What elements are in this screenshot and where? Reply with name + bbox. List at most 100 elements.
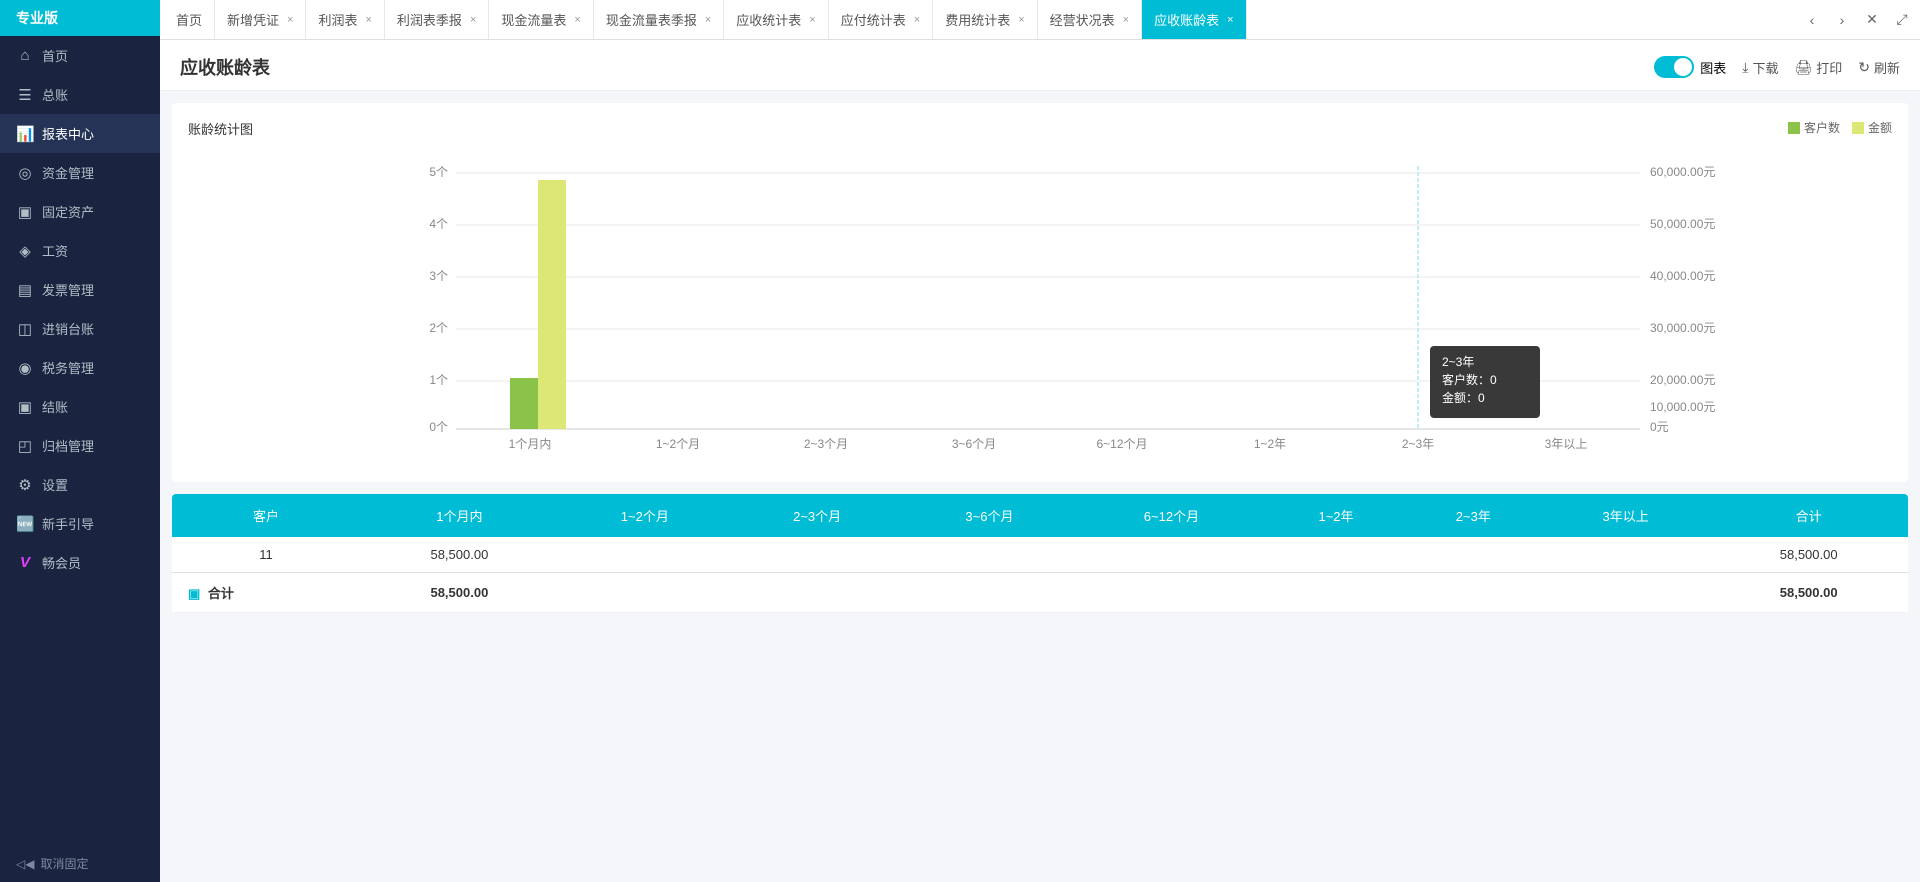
sidebar-item-stock[interactable]: ◫ 进销台账 xyxy=(0,309,160,348)
tab-expense-stat[interactable]: 费用统计表 × xyxy=(933,0,1037,40)
cell-total: 58,500.00 xyxy=(1709,537,1908,573)
sidebar-item-salary[interactable]: ◈ 工资 xyxy=(0,231,160,270)
sidebar-item-guide[interactable]: 🆕 新手引导 xyxy=(0,504,160,543)
chart-svg: 5个 4个 3个 2个 1个 0个 60,000.00元 50,000.00元 … xyxy=(188,146,1892,466)
tab-close-all-button[interactable]: ✕ xyxy=(1858,6,1886,34)
tab-profit-close[interactable]: × xyxy=(365,14,371,26)
tab-home[interactable]: 首页 xyxy=(164,0,215,40)
tab-business-stat-close[interactable]: × xyxy=(1123,14,1129,26)
svg-text:1个月内: 1个月内 xyxy=(509,437,552,451)
reports-icon: 📊 xyxy=(16,125,34,143)
cell-year23 xyxy=(1405,537,1542,573)
toggle-knob xyxy=(1674,58,1692,76)
legend-count-label: 客户数 xyxy=(1804,119,1840,136)
total-year23 xyxy=(1405,573,1542,613)
assets-icon: ▣ xyxy=(16,203,34,221)
svg-text:1~2年: 1~2年 xyxy=(1254,437,1286,451)
legend-amount-label: 金额 xyxy=(1868,119,1892,136)
tab-cashflow-quarter[interactable]: 现金流量表季报 × xyxy=(594,0,724,40)
svg-text:2~3年: 2~3年 xyxy=(1402,437,1434,451)
tab-voucher-label: 新增凭证 xyxy=(227,10,279,29)
tab-aging-close[interactable]: × xyxy=(1227,14,1233,26)
tab-next-button[interactable]: › xyxy=(1828,6,1856,34)
tab-cashflow-quarter-label: 现金流量表季报 xyxy=(606,10,697,29)
chart-wrapper: 5个 4个 3个 2个 1个 0个 60,000.00元 50,000.00元 … xyxy=(188,146,1892,466)
unpin-label: 取消固定 xyxy=(40,855,88,872)
total-label-cell: ▣ 合计 xyxy=(172,573,360,613)
cell-year3plus xyxy=(1542,537,1709,573)
col-header-month36: 3~6个月 xyxy=(903,494,1075,537)
sidebar-label-invoice: 发票管理 xyxy=(42,280,94,299)
tab-receivable-stat[interactable]: 应收统计表 × xyxy=(724,0,828,40)
tab-voucher-close[interactable]: × xyxy=(287,14,293,26)
sidebar-item-closing[interactable]: ▣ 结账 xyxy=(0,387,160,426)
sidebar-item-reports[interactable]: 📊 报表中心 xyxy=(0,114,160,153)
sidebar-item-archive[interactable]: ◰ 归档管理 xyxy=(0,426,160,465)
closing-icon: ▣ xyxy=(16,398,34,416)
svg-text:60,000.00元: 60,000.00元 xyxy=(1650,165,1715,179)
sidebar-item-home[interactable]: ⌂ 首页 xyxy=(0,36,160,75)
col-header-year23: 2~3年 xyxy=(1405,494,1542,537)
svg-text:4个: 4个 xyxy=(429,217,448,231)
chart-toggle[interactable] xyxy=(1654,56,1694,78)
ledger-icon: ☰ xyxy=(16,86,34,104)
sidebar-label-closing: 结账 xyxy=(42,397,68,416)
tab-expand-button[interactable]: ⤢ xyxy=(1888,6,1916,34)
cell-month612 xyxy=(1076,537,1268,573)
tab-expense-stat-label: 费用统计表 xyxy=(945,10,1010,29)
tab-cashflow-close[interactable]: × xyxy=(574,14,580,26)
tab-business-stat[interactable]: 经营状况表 × xyxy=(1038,0,1142,40)
tab-expense-stat-close[interactable]: × xyxy=(1018,14,1024,26)
tab-profit-quarter-close[interactable]: × xyxy=(470,14,476,26)
cell-month36 xyxy=(903,537,1075,573)
sidebar: 专业版 ⌂ 首页 ☰ 总账 📊 报表中心 ◎ 资金管理 ▣ 固定资产 ◈ 工资 … xyxy=(0,0,160,882)
refresh-button[interactable]: ↻ 刷新 xyxy=(1858,58,1900,77)
tab-cashflow-quarter-close[interactable]: × xyxy=(705,14,711,26)
tab-profit[interactable]: 利润表 × xyxy=(306,0,384,40)
total-month1: 58,500.00 xyxy=(360,573,559,613)
page-header: 应收账龄表 图表 ⤓ 下载 🖨 打印 ↻ 刷新 xyxy=(160,40,1920,91)
total-month612 xyxy=(1076,573,1268,613)
col-header-month23: 2~3个月 xyxy=(731,494,903,537)
col-header-total: 合计 xyxy=(1709,494,1908,537)
app-logo: 专业版 xyxy=(0,0,160,36)
tab-cashflow[interactable]: 现金流量表 × xyxy=(489,0,593,40)
tab-controls: ‹ › ✕ ⤢ xyxy=(1798,6,1916,34)
col-header-customer: 客户 xyxy=(172,494,360,537)
sidebar-label-funds: 资金管理 xyxy=(42,163,94,182)
tab-voucher[interactable]: 新增凭证 × xyxy=(215,0,306,40)
tab-aging[interactable]: 应收账龄表 × xyxy=(1142,0,1246,40)
tab-receivable-stat-close[interactable]: × xyxy=(809,14,815,26)
tab-receivable-stat-label: 应收统计表 xyxy=(736,10,801,29)
tab-payable-stat[interactable]: 应付统计表 × xyxy=(829,0,933,40)
sidebar-item-ledger[interactable]: ☰ 总账 xyxy=(0,75,160,114)
sidebar-item-funds[interactable]: ◎ 资金管理 xyxy=(0,153,160,192)
download-button[interactable]: ⤓ 下载 xyxy=(1742,58,1778,77)
tab-profit-quarter-label: 利润表季报 xyxy=(397,10,462,29)
main-content: 首页 新增凭证 × 利润表 × 利润表季报 × 现金流量表 × 现金流量表季报 … xyxy=(160,0,1920,882)
sidebar-item-tax[interactable]: ◉ 税务管理 xyxy=(0,348,160,387)
svg-text:客户数：0: 客户数：0 xyxy=(1442,372,1497,387)
sidebar-label-reports: 报表中心 xyxy=(42,124,94,143)
tab-payable-stat-close[interactable]: × xyxy=(914,14,920,26)
archive-icon: ◰ xyxy=(16,437,34,455)
sidebar-item-invoice[interactable]: ▤ 发票管理 xyxy=(0,270,160,309)
svg-text:2个: 2个 xyxy=(429,321,448,335)
sidebar-label-tax: 税务管理 xyxy=(42,358,94,377)
bar-count-0[interactable] xyxy=(510,378,538,429)
print-icon: 🖨 xyxy=(1794,59,1812,76)
sidebar-item-settings[interactable]: ⚙ 设置 xyxy=(0,465,160,504)
print-button[interactable]: 🖨 打印 xyxy=(1794,58,1842,77)
page-content: 应收账龄表 图表 ⤓ 下载 🖨 打印 ↻ 刷新 xyxy=(160,40,1920,882)
tab-prev-button[interactable]: ‹ xyxy=(1798,6,1826,34)
svg-text:6~12个月: 6~12个月 xyxy=(1096,437,1147,451)
bar-amount-0[interactable] xyxy=(538,180,566,429)
col-header-year12: 1~2年 xyxy=(1267,494,1404,537)
sidebar-item-assets[interactable]: ▣ 固定资产 xyxy=(0,192,160,231)
tax-icon: ◉ xyxy=(16,359,34,377)
toggle-label: 图表 xyxy=(1700,58,1726,77)
sidebar-item-vip[interactable]: V 畅会员 xyxy=(0,543,160,582)
unpin-button[interactable]: ◁◀ 取消固定 xyxy=(0,845,160,882)
tab-profit-quarter[interactable]: 利润表季报 × xyxy=(385,0,489,40)
refresh-label: 刷新 xyxy=(1874,58,1900,77)
